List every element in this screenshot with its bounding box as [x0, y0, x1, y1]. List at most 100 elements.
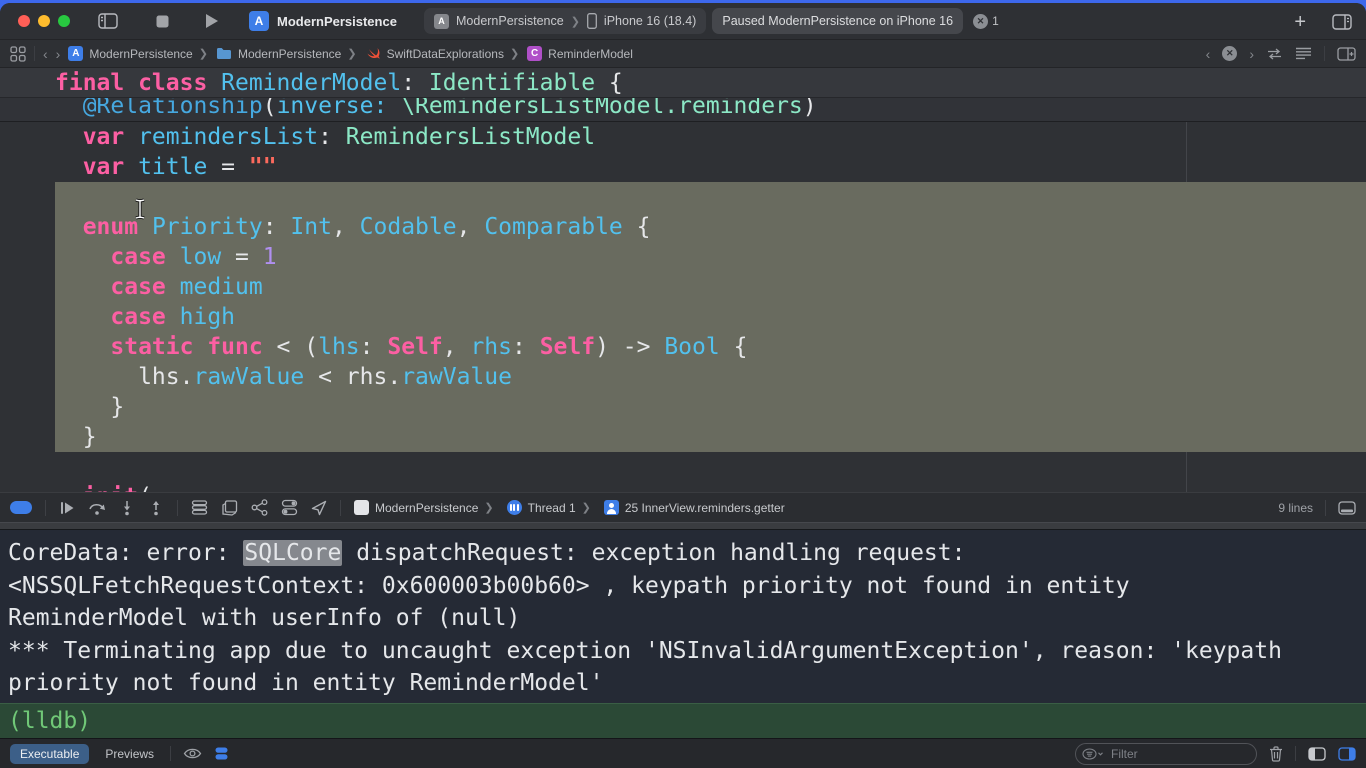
swift-icon [367, 48, 380, 59]
app-icon: A [68, 46, 84, 61]
code-line: var remindersList: RemindersListModel [82, 124, 596, 150]
class-badge-icon: C [527, 46, 543, 61]
debug-breadcrumb-thread[interactable]: Thread 1 ❯ [506, 500, 591, 515]
chevron-right-icon: ❯ [581, 502, 591, 514]
scope-previews-button[interactable]: Previews [101, 744, 158, 764]
folder-icon [216, 48, 231, 59]
filter-input[interactable] [1109, 745, 1213, 762]
code-line: } [0, 422, 1366, 452]
pane-splitter[interactable] [0, 522, 1366, 530]
forward-button[interactable]: › [56, 46, 61, 62]
continue-execution-button[interactable] [59, 500, 75, 516]
issue-count: 1 [992, 14, 999, 28]
add-tab-button[interactable]: + [1294, 12, 1306, 32]
xcode-window: A ModernPersistence A ModernPersistence … [0, 3, 1366, 768]
project-app-icon: A [249, 11, 269, 31]
code-editor[interactable]: final class ReminderModel: Identifiable … [0, 68, 1366, 492]
scheme-destination-menu[interactable]: A ModernPersistence ❯ iPhone 16 (18.4) [424, 8, 707, 34]
memory-graph-icon[interactable] [221, 499, 238, 516]
activity-status[interactable]: Paused ModernPersistence on iPhone 16 [712, 8, 964, 34]
close-window-button[interactable] [18, 15, 30, 27]
zoom-window-button[interactable] [58, 15, 70, 27]
next-issue-button[interactable]: › [1249, 46, 1254, 62]
clipped-scrolled-line: @Relationship(inverse: \RemindersListMod… [0, 98, 1366, 122]
add-editor-button[interactable] [1337, 46, 1356, 61]
environment-overrides-icon[interactable] [281, 499, 298, 516]
breakpoints-toggle[interactable] [10, 501, 32, 514]
titlebar: A ModernPersistence A ModernPersistence … [0, 3, 1366, 40]
inspector-sidebar-toggle-icon[interactable] [1332, 13, 1352, 30]
breadcrumb-file[interactable]: SwiftDataExplorations ❯ [365, 46, 520, 61]
back-button[interactable]: ‹ [43, 46, 48, 62]
variables-view-toggle[interactable] [1308, 746, 1326, 761]
destination-name[interactable]: iPhone 16 (18.4) [604, 14, 696, 28]
lldb-prompt: (lldb) [8, 708, 92, 734]
window-title: ModernPersistence [277, 13, 397, 29]
step-into-button[interactable] [119, 500, 135, 516]
breadcrumb-project[interactable]: A ModernPersistence ❯ [68, 46, 208, 61]
thread-icon [506, 500, 522, 515]
divider [170, 746, 172, 761]
code-line: case medium [0, 272, 1366, 302]
error-circle-icon: ✕ [973, 13, 989, 29]
console-view-toggle[interactable] [1338, 746, 1356, 761]
environment-overrides-active-icon[interactable] [214, 746, 229, 761]
divider [34, 46, 35, 61]
output-visibility-icon[interactable] [183, 747, 202, 760]
divider [340, 499, 341, 516]
console-pane-toggle[interactable] [1338, 500, 1356, 515]
debug-console[interactable]: CoreData: error: SQLCore dispatchRequest… [0, 530, 1366, 738]
console-filter-field[interactable] [1075, 742, 1257, 765]
editor-options-icon[interactable] [1295, 47, 1312, 60]
debug-breadcrumb-process[interactable]: ModernPersistence ❯ [354, 500, 494, 515]
breadcrumb-group[interactable]: ModernPersistence ❯ [216, 47, 357, 61]
issue-badge[interactable]: ✕ 1 [973, 13, 999, 29]
divider [1325, 499, 1326, 516]
breadcrumb-symbol[interactable]: C ReminderModel [527, 46, 633, 61]
previous-issue-button[interactable]: ‹ [1206, 46, 1211, 62]
code-line: } [0, 392, 1366, 422]
chevron-right-icon: ❯ [484, 502, 494, 514]
chevron-right-icon: ❯ [347, 48, 357, 60]
related-items-icon[interactable] [10, 45, 26, 62]
stop-button[interactable] [156, 15, 169, 28]
scheme-app-icon: A [434, 13, 449, 29]
stack-frame-icon [603, 500, 619, 515]
scheme-name[interactable]: ModernPersistence [456, 14, 564, 28]
step-out-button[interactable] [148, 500, 164, 516]
console-line: <NSSQLFetchRequestContext: 0x600003b00b6… [8, 572, 1130, 599]
scope-executable-button[interactable]: Executable [10, 743, 90, 764]
iphone-icon [586, 13, 597, 29]
code-line: @Relationship(inverse: \RemindersListMod… [82, 98, 817, 119]
clear-console-trash-icon[interactable] [1269, 745, 1283, 762]
process-icon [354, 500, 369, 515]
chevron-right-icon: ❯ [198, 48, 208, 60]
code-line: init( [0, 482, 1366, 492]
debug-breadcrumb-frame[interactable]: 25 InnerView.reminders.getter [603, 500, 785, 515]
minimize-window-button[interactable] [38, 15, 50, 27]
step-over-button[interactable] [88, 500, 106, 516]
console-output: CoreData: error: SQLCore dispatchRequest… [0, 530, 1366, 703]
code-line: case low = 1 [0, 242, 1366, 272]
console-line: CoreData: error: SQLCore dispatchRequest… [8, 540, 966, 566]
lldb-prompt-row[interactable]: (lldb) [0, 703, 1366, 738]
run-button[interactable] [205, 13, 219, 29]
object-graph-icon[interactable] [251, 499, 268, 516]
code-line: enum Priority: Int, Codable, Comparable … [0, 212, 1366, 242]
debug-bar: ModernPersistence ❯ Thread 1 ❯ 25 InnerV… [0, 492, 1366, 522]
simulate-location-icon[interactable] [311, 500, 327, 516]
issue-indicator-icon[interactable]: ✕ [1222, 46, 1238, 61]
console-lines-count: 9 lines [1278, 500, 1313, 515]
view-hierarchy-icon[interactable] [191, 500, 208, 515]
console-line: *** Terminating app due to uncaught exce… [8, 637, 1282, 664]
code-line: var title = "" [82, 154, 277, 180]
adjacent-editors-icon[interactable] [1266, 48, 1283, 60]
jump-bar: ‹ › A ModernPersistence ❯ ModernPersiste… [0, 40, 1366, 68]
chevron-right-icon: ❯ [509, 48, 520, 60]
code-line: final class ReminderModel: Identifiable … [55, 70, 623, 96]
text-cursor-pointer [135, 198, 145, 220]
sticky-declaration-line: final class ReminderModel: Identifiable … [0, 68, 1366, 98]
filter-icon [1082, 747, 1103, 760]
navigator-sidebar-toggle-icon[interactable] [98, 13, 118, 29]
